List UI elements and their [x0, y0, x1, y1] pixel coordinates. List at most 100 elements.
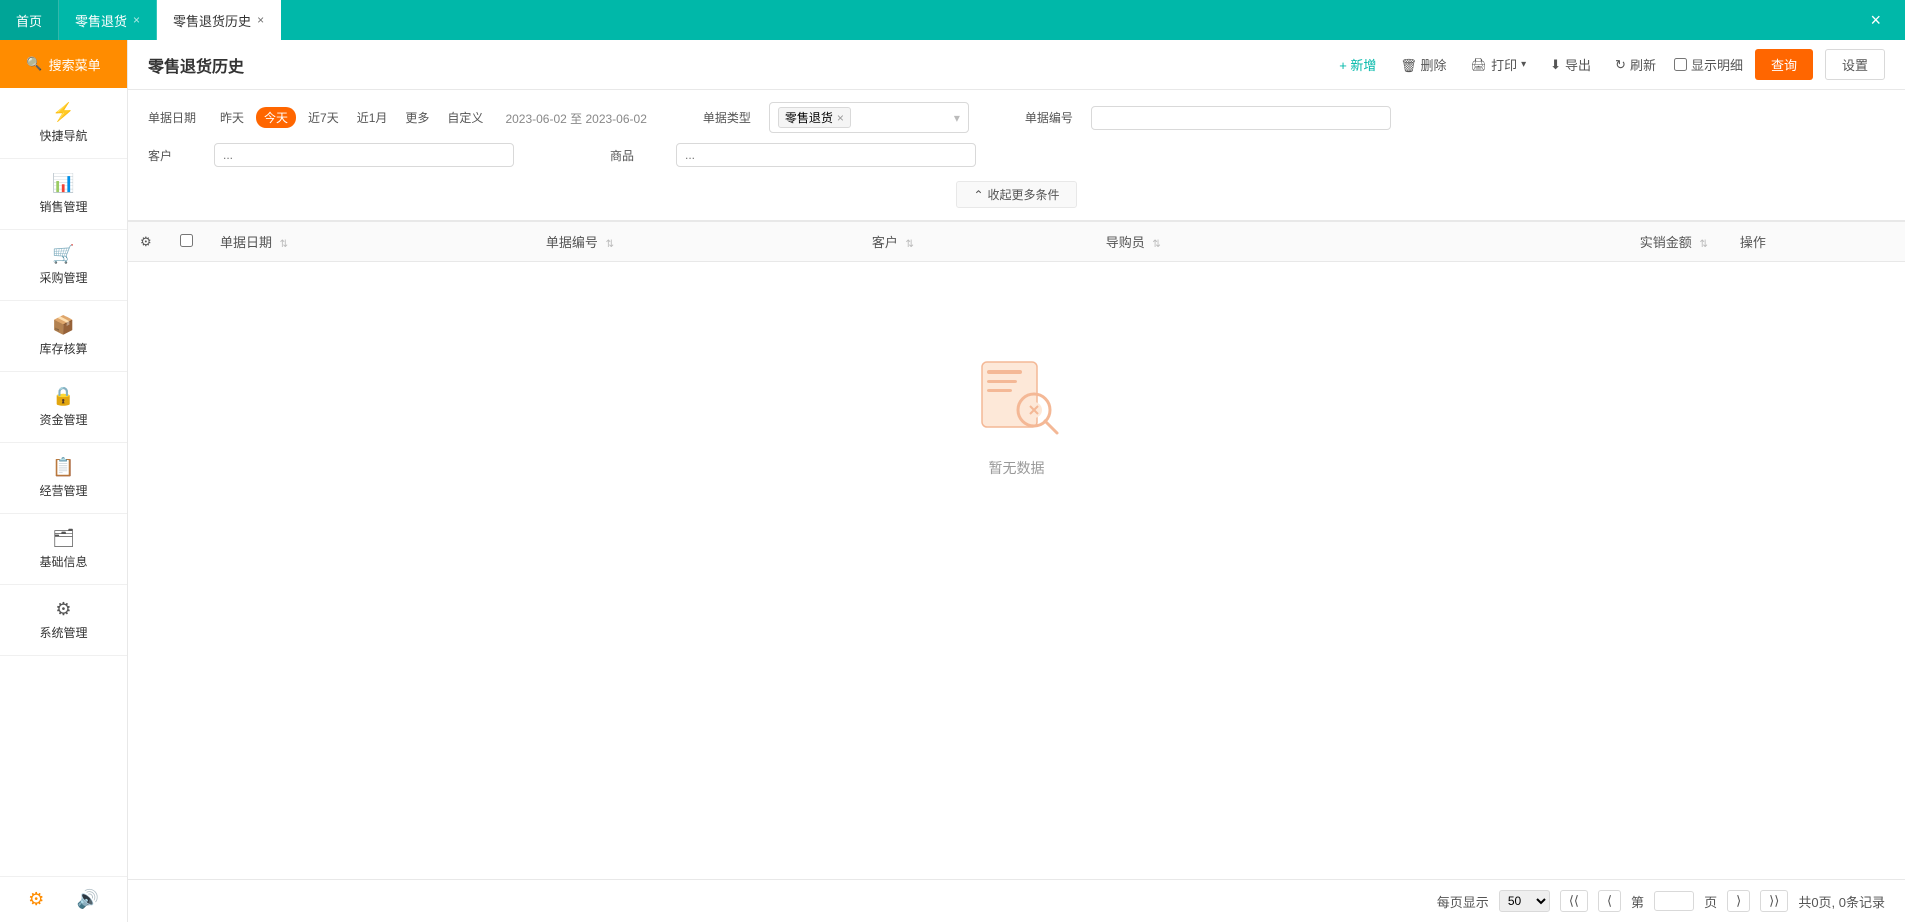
prev-page-button[interactable]: ⟨	[1598, 890, 1621, 912]
tab-retail-return-close[interactable]: ×	[133, 13, 140, 27]
select-all-checkbox[interactable]	[180, 234, 193, 247]
sidebar-item-basic-info[interactable]: 🗂 基础信息	[0, 514, 127, 585]
doc-type-tag-remove[interactable]: ×	[837, 111, 844, 125]
sidebar-item-inventory[interactable]: 📦 库存核算	[0, 301, 127, 372]
basic-info-icon: 🗂	[52, 528, 75, 549]
sidebar-item-system[interactable]: ⚙ 系统管理	[0, 585, 127, 656]
quick-nav-icon: ⚡	[52, 102, 74, 123]
doc-number-label: 单据编号	[1025, 109, 1075, 126]
tab-home[interactable]: 首页	[0, 0, 59, 40]
tab-retail-return-history-close[interactable]: ×	[257, 13, 264, 27]
refresh-button[interactable]: ↻ 刷新	[1609, 51, 1662, 78]
th-date[interactable]: 单据日期 ⇅	[208, 222, 534, 262]
tab-retail-return-history[interactable]: 零售退货历史 ×	[157, 0, 281, 40]
sidebar-item-quick-nav[interactable]: ⚡ 快捷导航	[0, 88, 127, 159]
th-action-label: 操作	[1740, 235, 1766, 250]
search-icon: 🔍	[26, 56, 42, 72]
th-date-label: 单据日期	[220, 235, 272, 250]
content-area: 零售退货历史 + 新增 🗑 删除 🖨 🖨 打印 打印 ▾ ⬇ 导出 ↻ 刷新	[128, 40, 1905, 922]
sidebar-item-purchase[interactable]: 🛒 采购管理	[0, 230, 127, 301]
goods-filter-label: 商品	[610, 147, 660, 164]
sidebar-search[interactable]: 🔍 搜索菜单	[0, 40, 127, 88]
show-detail-label: 显示明细	[1691, 55, 1743, 74]
per-page-select[interactable]: 50 10 20 100	[1499, 890, 1550, 912]
collapse-label: 收起更多条件	[988, 186, 1060, 203]
goods-input[interactable]	[676, 143, 976, 167]
tab-retail-return-history-label: 零售退货历史	[173, 11, 251, 30]
last-page-button[interactable]: ⟩⟩	[1760, 890, 1788, 912]
top-bar-right: ×	[1862, 10, 1905, 31]
th-number-label: 单据编号	[546, 235, 598, 250]
settings-gear-icon[interactable]: ⚙	[28, 889, 44, 910]
sidebar-search-label: 搜索菜单	[49, 55, 101, 74]
customer-input[interactable]	[214, 143, 514, 167]
th-amount-sort-icon: ⇅	[1699, 239, 1707, 250]
finance-icon: 🔒	[52, 386, 74, 407]
system-icon: ⚙	[55, 599, 71, 620]
empty-state-text: 暂无数据	[989, 458, 1045, 478]
print-button[interactable]: 🖨 🖨 打印 打印 ▾	[1465, 51, 1533, 78]
empty-state-icon	[967, 342, 1067, 442]
th-action: 操作	[1728, 222, 1905, 262]
sidebar-item-finance[interactable]: 🔒 资金管理	[0, 372, 127, 443]
print-icon: 🖨	[1471, 57, 1488, 73]
doc-number-input[interactable]	[1091, 106, 1391, 130]
first-page-button[interactable]: ⟨⟨	[1560, 890, 1588, 912]
show-detail-checkbox-label[interactable]: 显示明细	[1674, 55, 1743, 74]
sidebar: 🔍 搜索菜单 ⚡ 快捷导航 📊 销售管理 🛒 采购管理 📦 库存核算 🔒 资金管…	[0, 40, 128, 922]
th-customer[interactable]: 客户 ⇅	[860, 222, 1094, 262]
th-amount-label: 实销金额	[1640, 235, 1692, 250]
th-settings[interactable]: ⚙	[128, 222, 168, 262]
sidebar-item-sales-label: 销售管理	[39, 198, 87, 215]
date-btn-custom[interactable]: 自定义	[441, 107, 489, 128]
tab-retail-return[interactable]: 零售退货 ×	[59, 0, 157, 40]
tab-bar: 首页 零售退货 × 零售退货历史 ×	[0, 0, 1862, 40]
filter-area: 单据日期 昨天 今天 近7天 近1月 更多 自定义 2023-06-02 至 2…	[128, 90, 1905, 221]
table-container: ⚙ 单据日期 ⇅ 单据编号 ⇅	[128, 221, 1905, 879]
date-btn-more[interactable]: 更多	[399, 107, 435, 128]
date-btn-7days[interactable]: 近7天	[302, 107, 345, 128]
date-btn-today[interactable]: 今天	[256, 107, 296, 128]
th-date-sort-icon: ⇅	[280, 239, 288, 250]
empty-state-cell: 暂无数据	[128, 262, 1905, 559]
page-header: 零售退货历史 + 新增 🗑 删除 🖨 🖨 打印 打印 ▾ ⬇ 导出 ↻ 刷新	[128, 40, 1905, 90]
query-button[interactable]: 查询	[1755, 49, 1813, 80]
sidebar-item-operation[interactable]: 📋 经营管理	[0, 443, 127, 514]
collapse-icon: ⌃	[973, 188, 983, 202]
th-number-sort-icon: ⇅	[606, 239, 614, 250]
export-button[interactable]: ⬇ 导出	[1544, 51, 1597, 78]
sidebar-item-operation-label: 经营管理	[39, 482, 87, 499]
sales-icon: 📊	[52, 173, 74, 194]
sidebar-item-finance-label: 资金管理	[39, 411, 87, 428]
date-btn-1month[interactable]: 近1月	[351, 107, 394, 128]
filter-row-2: 客户 商品	[148, 143, 1885, 167]
operation-icon: 📋	[52, 457, 74, 478]
setting-button[interactable]: 设置	[1825, 49, 1885, 80]
inventory-icon: 📦	[52, 315, 74, 336]
show-detail-checkbox[interactable]	[1674, 58, 1687, 71]
window-close-button[interactable]: ×	[1862, 10, 1889, 31]
sidebar-item-sales[interactable]: 📊 销售管理	[0, 159, 127, 230]
delete-button[interactable]: 🗑 删除	[1394, 51, 1452, 78]
toolbar: + 新增 🗑 删除 🖨 🖨 打印 打印 ▾ ⬇ 导出 ↻ 刷新	[1333, 49, 1885, 80]
filter-row-1: 单据日期 昨天 今天 近7天 近1月 更多 自定义 2023-06-02 至 2…	[148, 102, 1885, 133]
page-number-input[interactable]: 1	[1654, 891, 1694, 911]
page-suffix-label: 页	[1704, 892, 1717, 911]
per-page-label: 每页显示	[1437, 892, 1489, 911]
th-amount[interactable]: 实销金额 ⇅	[1374, 222, 1728, 262]
doc-type-select[interactable]: 零售退货 × ▾	[769, 102, 969, 133]
doc-type-tag: 零售退货 ×	[778, 107, 851, 128]
collapse-filter-button[interactable]: ⌃ 收起更多条件	[956, 181, 1076, 208]
date-filter-label: 单据日期	[148, 109, 198, 126]
table-settings-icon[interactable]: ⚙	[140, 234, 152, 249]
th-number[interactable]: 单据编号 ⇅	[534, 222, 860, 262]
th-checkbox	[168, 222, 208, 262]
next-page-button[interactable]: ⟩	[1727, 890, 1750, 912]
th-guide-label: 导购员	[1106, 235, 1145, 250]
volume-icon[interactable]: 🔊	[76, 889, 98, 910]
new-button[interactable]: + 新增	[1333, 51, 1382, 78]
th-guide[interactable]: 导购员 ⇅	[1094, 222, 1374, 262]
date-btn-yesterday[interactable]: 昨天	[214, 107, 250, 128]
empty-state: 暂无数据	[128, 262, 1905, 558]
refresh-icon: ↻	[1615, 57, 1626, 73]
